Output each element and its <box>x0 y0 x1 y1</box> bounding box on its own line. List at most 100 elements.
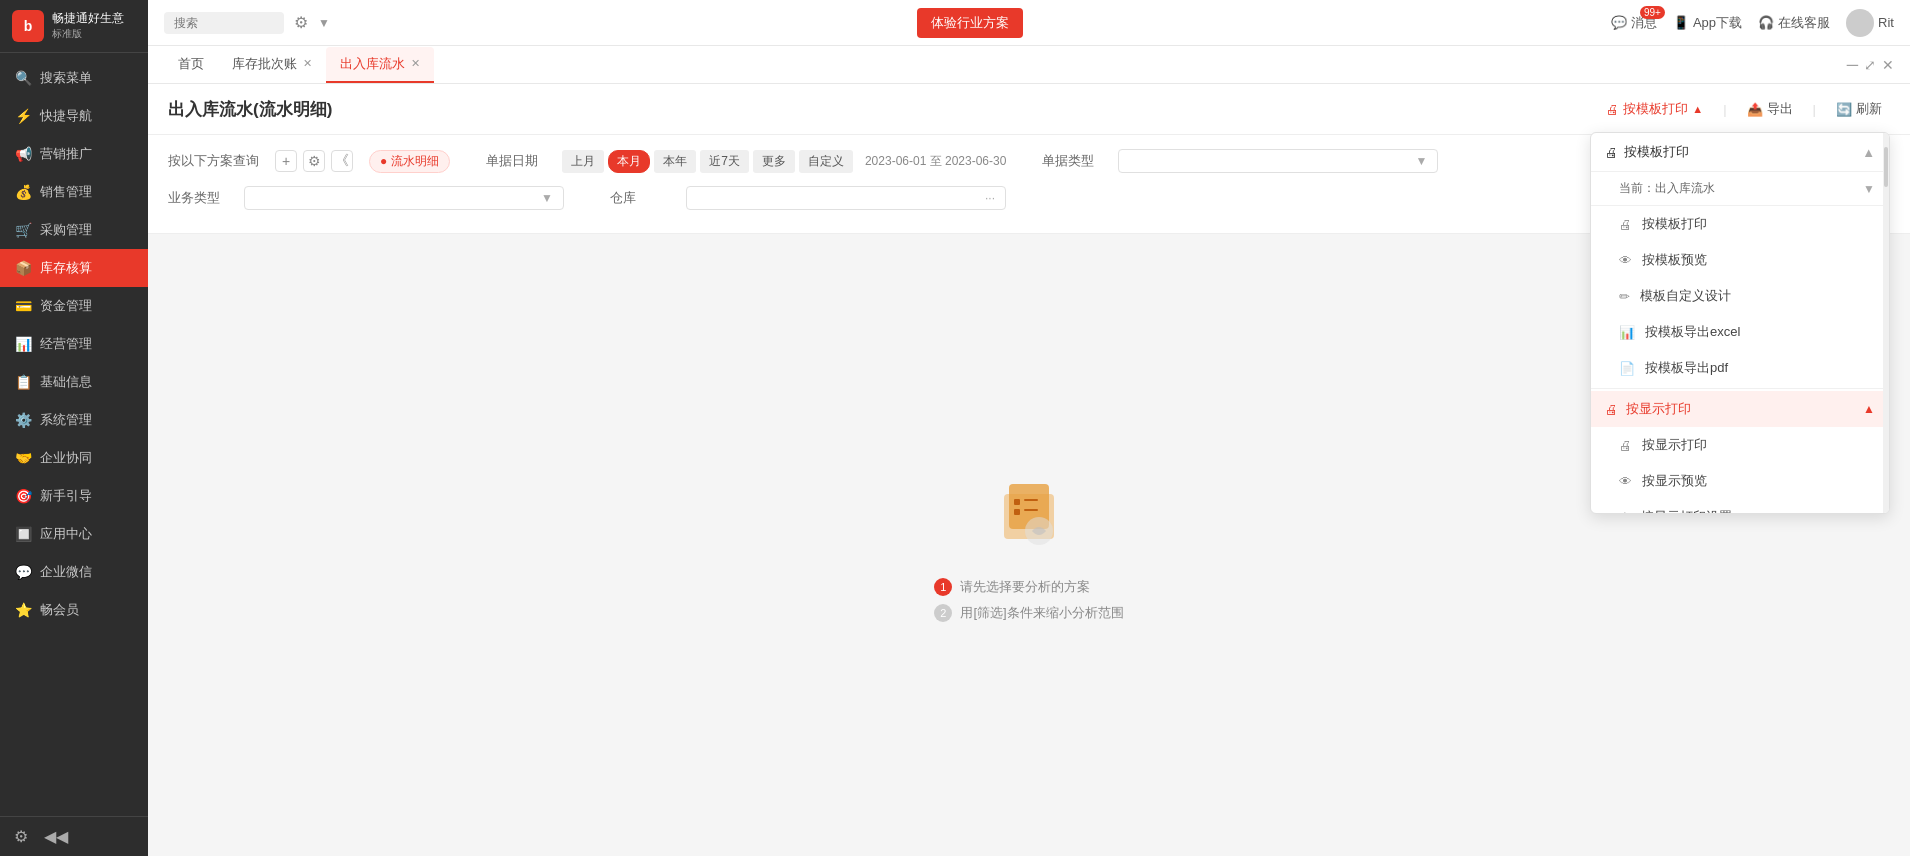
panel-title: 🖨 按模板打印 <box>1605 143 1689 161</box>
settings-scheme-button[interactable]: ⚙ <box>303 150 325 172</box>
template-excel-item[interactable]: 📊 按模板导出excel <box>1591 314 1889 350</box>
sidebar-item-corp[interactable]: 🤝 企业协同 <box>0 439 148 477</box>
template-preview-label: 按模板预览 <box>1642 251 1707 269</box>
filter-tag[interactable]: ● 流水明细 <box>369 150 450 173</box>
display-print-arrow[interactable]: ▲ <box>1863 402 1875 416</box>
template-preview-item[interactable]: 👁 按模板预览 <box>1591 242 1889 278</box>
corp-wechat-icon: 💬 <box>14 563 32 581</box>
tab-home[interactable]: 首页 <box>164 47 218 83</box>
printer-panel-icon: 🖨 <box>1605 145 1618 160</box>
sidebar-item-operation[interactable]: 📊 经营管理 <box>0 325 148 363</box>
print-template-label: 按模板打印 <box>1623 100 1688 118</box>
sales-icon: 💰 <box>14 183 32 201</box>
tab-close-all-icon[interactable]: ✕ <box>1882 57 1894 73</box>
date-btn-more[interactable]: 更多 <box>753 150 795 173</box>
collapse-scheme-button[interactable]: 《 <box>331 150 353 172</box>
member-icon: ⭐ <box>14 601 32 619</box>
sidebar-item-guide[interactable]: 🎯 新手引导 <box>0 477 148 515</box>
sidebar-item-finance[interactable]: 💳 资金管理 <box>0 287 148 325</box>
system-icon: ⚙️ <box>14 411 32 429</box>
tab-flow[interactable]: 出入库流水 ✕ <box>326 47 434 83</box>
sidebar-label-finance: 资金管理 <box>40 297 92 315</box>
finance-icon: 💳 <box>14 297 32 315</box>
display-preview-item[interactable]: 👁 按显示预览 <box>1591 463 1889 499</box>
trial-button[interactable]: 体验行业方案 <box>917 8 1023 38</box>
sidebar-item-member[interactable]: ⭐ 畅会员 <box>0 591 148 629</box>
template-design-label: 模板自定义设计 <box>1640 287 1731 305</box>
page: 出入库流水(流水明细) 🖨 按模板打印 ▲ | 📤 导出 | 🔄 刷新 <box>148 84 1910 856</box>
message-action[interactable]: 💬 消息 99+ <box>1611 14 1657 32</box>
type-label: 业务类型 <box>168 189 228 207</box>
date-btn-7days[interactable]: 近7天 <box>700 150 749 173</box>
refresh-icon: 🔄 <box>1836 102 1852 117</box>
export-button[interactable]: 📤 导出 <box>1739 96 1801 122</box>
svg-rect-3 <box>1024 499 1038 501</box>
sidebar-label-corp: 企业协同 <box>40 449 92 467</box>
print-template-button[interactable]: 🖨 按模板打印 ▲ <box>1598 96 1711 122</box>
template-design-item[interactable]: ✏ 模板自定义设计 <box>1591 278 1889 314</box>
warehouse-select[interactable]: ··· <box>686 186 1006 210</box>
display-print-section-label: 按显示打印 <box>1626 400 1691 418</box>
display-preview-label: 按显示预览 <box>1642 472 1707 490</box>
topbar-left: ⚙ ▼ <box>164 12 330 34</box>
sidebar-item-purchase[interactable]: 🛒 采购管理 <box>0 211 148 249</box>
sidebar-item-sales[interactable]: 💰 销售管理 <box>0 173 148 211</box>
display-print-settings-item[interactable]: ⚙ 按显示打印设置 <box>1591 499 1889 513</box>
sidebar-item-search[interactable]: 🔍 搜索菜单 <box>0 59 148 97</box>
display-print-section-icon: 🖨 <box>1605 402 1618 417</box>
sidebar-item-basic[interactable]: 📋 基础信息 <box>0 363 148 401</box>
user-name: Rit <box>1878 15 1894 30</box>
add-scheme-button[interactable]: + <box>275 150 297 172</box>
tab-expand-icon[interactable]: ⤢ <box>1864 57 1876 73</box>
panel-collapse-icon[interactable]: ▲ <box>1862 145 1875 160</box>
print-icon-2: 🖨 <box>1619 438 1632 453</box>
operation-icon: 📊 <box>14 335 32 353</box>
doc-type-select[interactable]: ▼ <box>1118 149 1438 173</box>
dropdown-arrow-icon[interactable]: ▼ <box>318 16 330 30</box>
search-input[interactable] <box>164 12 284 34</box>
print-dropdown-arrow[interactable]: ▲ <box>1692 103 1703 115</box>
tab-flow-close[interactable]: ✕ <box>411 57 420 70</box>
svg-rect-4 <box>1014 509 1020 515</box>
template-print-item[interactable]: 🖨 按模板打印 <box>1591 206 1889 242</box>
sidebar-item-system[interactable]: ⚙️ 系统管理 <box>0 401 148 439</box>
online-service-action[interactable]: 🎧 在线客服 <box>1758 14 1830 32</box>
type-select[interactable]: ▼ <box>244 186 564 210</box>
tab-minimize-icon[interactable]: ─ <box>1847 56 1858 74</box>
sidebar-item-app-center[interactable]: 🔲 应用中心 <box>0 515 148 553</box>
sidebar-label-quick-nav: 快捷导航 <box>40 107 92 125</box>
date-btn-current-month[interactable]: 本月 <box>608 150 650 173</box>
date-filter: 上月 本月 本年 近7天 更多 自定义 2023-06-01 至 2023-06… <box>562 150 1006 173</box>
tab-batch-close[interactable]: ✕ <box>303 57 312 70</box>
sidebar-item-inventory[interactable]: 📦 库存核算 <box>0 249 148 287</box>
panel-header: 🖨 按模板打印 ▲ <box>1591 133 1889 172</box>
sidebar-label-purchase: 采购管理 <box>40 221 92 239</box>
sidebar-item-quick-nav[interactable]: ⚡ 快捷导航 <box>0 97 148 135</box>
collapse-sidebar-icon[interactable]: ◀◀ <box>44 827 68 846</box>
print-icon-1: 🖨 <box>1619 217 1632 232</box>
settings-bottom-icon[interactable]: ⚙ <box>14 827 28 846</box>
template-pdf-item[interactable]: 📄 按模板导出pdf <box>1591 350 1889 386</box>
refresh-button[interactable]: 🔄 刷新 <box>1828 96 1890 122</box>
display-print-item[interactable]: 🖨 按显示打印 <box>1591 427 1889 463</box>
display-print-label: 按显示打印 <box>1642 436 1707 454</box>
current-label: 当前：出入库流水 <box>1619 180 1715 197</box>
user-action[interactable]: Rit <box>1846 9 1894 37</box>
design-icon: ✏ <box>1619 289 1630 304</box>
sidebar-label-operation: 经营管理 <box>40 335 92 353</box>
panel-scrollbar-thumb[interactable] <box>1884 147 1888 187</box>
main-content: ⚙ ▼ 体验行业方案 💬 消息 99+ 📱 App下载 🎧 在线客服 Rit <box>148 0 1910 856</box>
app-download-action[interactable]: 📱 App下载 <box>1673 14 1742 32</box>
sidebar-item-marketing[interactable]: 📢 营销推广 <box>0 135 148 173</box>
sidebar-item-corp-wechat[interactable]: 💬 企业微信 <box>0 553 148 591</box>
display-print-header[interactable]: 🖨 按显示打印 ▲ <box>1591 391 1889 427</box>
quick-nav-icon: ⚡ <box>14 107 32 125</box>
corp-icon: 🤝 <box>14 449 32 467</box>
sidebar-label-member: 畅会员 <box>40 601 79 619</box>
current-arrow[interactable]: ▼ <box>1863 182 1875 196</box>
date-btn-last-month[interactable]: 上月 <box>562 150 604 173</box>
gear-icon[interactable]: ⚙ <box>294 13 308 32</box>
date-btn-year[interactable]: 本年 <box>654 150 696 173</box>
date-btn-custom[interactable]: 自定义 <box>799 150 853 173</box>
tab-batch[interactable]: 库存批次账 ✕ <box>218 47 326 83</box>
